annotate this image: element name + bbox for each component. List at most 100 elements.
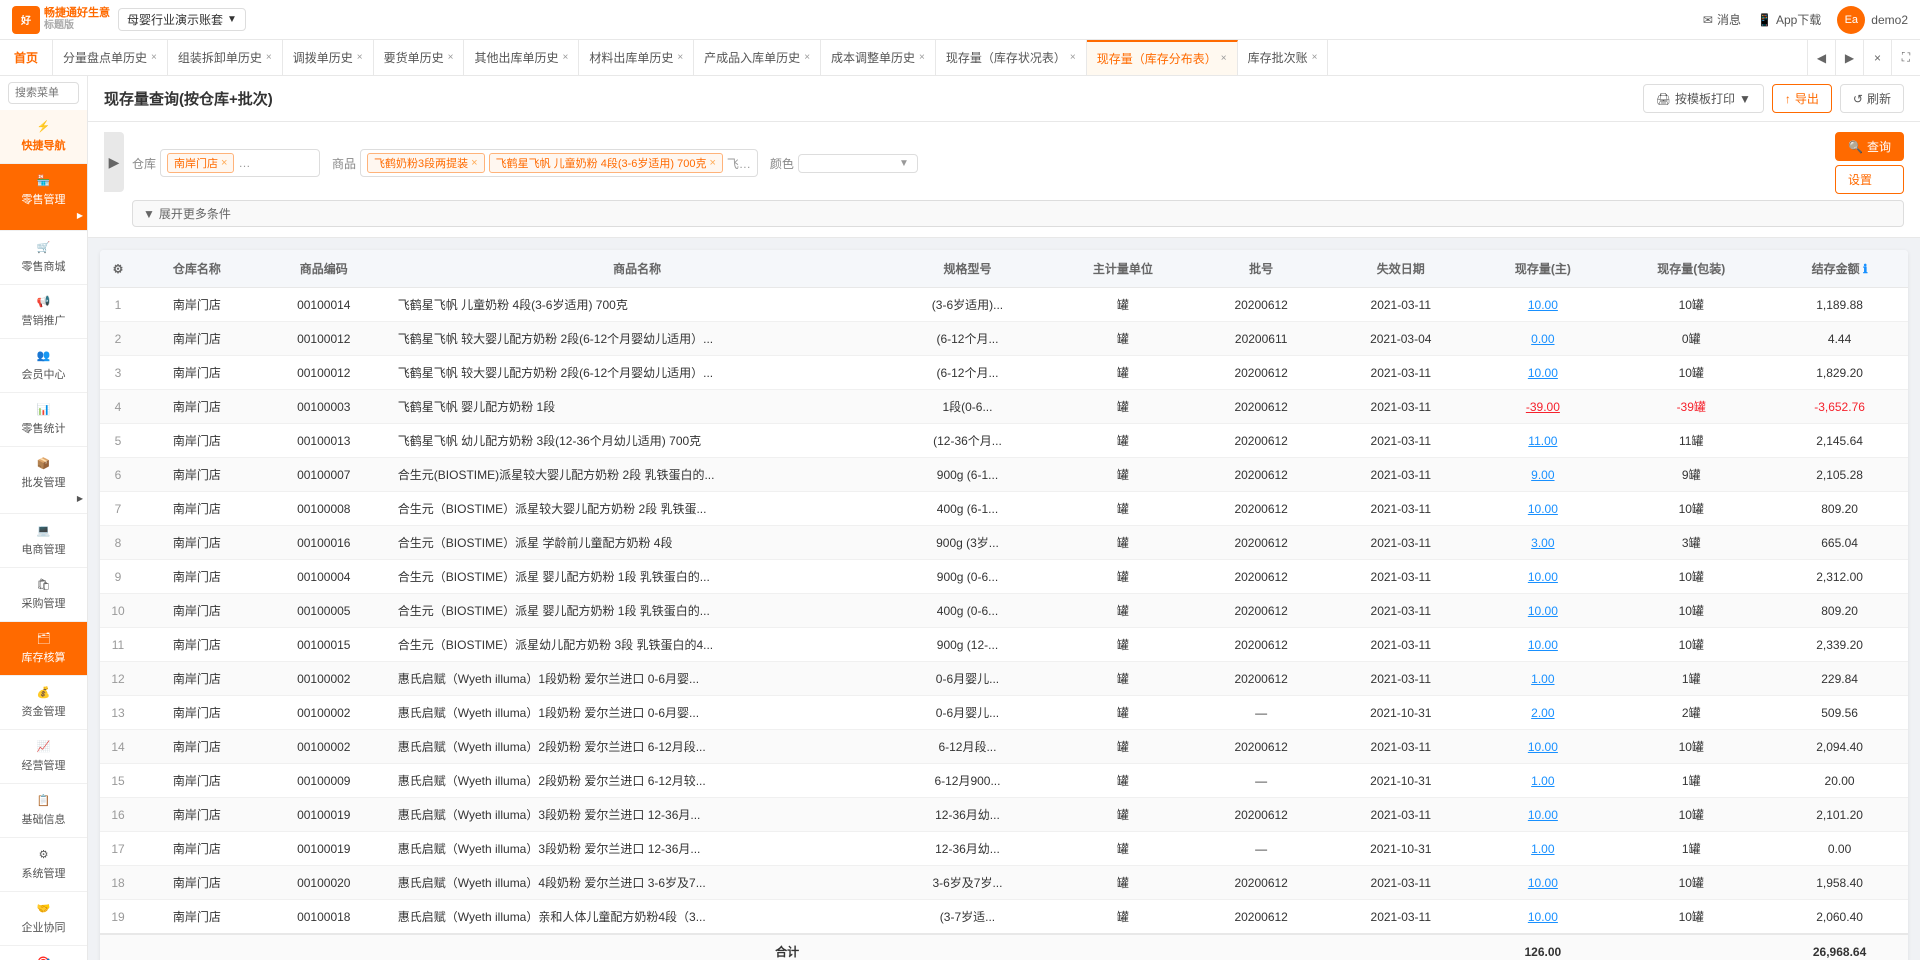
- close-tab-other-out[interactable]: ×: [562, 52, 568, 63]
- message-btn[interactable]: ✉ 消息: [1703, 11, 1741, 28]
- sidebar-item-wholesale-mgmt[interactable]: 📦 批发管理 ▶: [0, 447, 87, 514]
- row-qty-main[interactable]: -39.00: [1474, 390, 1611, 424]
- sidebar-item-sys-mgmt[interactable]: ⚙ 系统管理: [0, 838, 87, 892]
- sidebar-item-basic-info[interactable]: 📋 基础信息: [0, 784, 87, 838]
- close-tab-product-in[interactable]: ×: [804, 52, 810, 63]
- row-qty-main[interactable]: 1.00: [1474, 662, 1611, 696]
- sidebar-item-retail-stats[interactable]: 📊 零售统计: [0, 393, 87, 447]
- nav-next-btn[interactable]: ▶: [1836, 40, 1864, 76]
- sidebar-search-input[interactable]: [8, 82, 79, 104]
- tab-yao-history[interactable]: 要货单历史 ×: [374, 40, 465, 76]
- user-area[interactable]: Ea demo2: [1837, 6, 1908, 34]
- row-batch: 20200612: [1195, 458, 1327, 492]
- row-qty-main[interactable]: 1.00: [1474, 764, 1611, 798]
- sidebar-item-new-guide[interactable]: 🎯 新手引导: [0, 946, 87, 960]
- row-qty-main[interactable]: 0.00: [1474, 322, 1611, 356]
- row-qty-main[interactable]: 10.00: [1474, 798, 1611, 832]
- goods-more-btn[interactable]: 飞…: [727, 155, 751, 172]
- goods-tag-remove-1[interactable]: ×: [709, 157, 715, 169]
- row-qty-main[interactable]: 10.00: [1474, 288, 1611, 322]
- warehouse-tags-box[interactable]: 南岸门店 × …: [160, 149, 320, 177]
- industry-select[interactable]: 母婴行业演示账套 ▼: [118, 8, 246, 31]
- close-tab-yao[interactable]: ×: [448, 52, 454, 63]
- row-qty-main[interactable]: 10.00: [1474, 594, 1611, 628]
- sidebar-item-member-center[interactable]: 👥 会员中心: [0, 339, 87, 393]
- sidebar-item-inventory-check[interactable]: 🗂 库存核算: [0, 622, 87, 676]
- th-settings[interactable]: ⚙: [100, 250, 136, 288]
- tab-inventory-dist[interactable]: 现存量（库存分布表） ×: [1087, 40, 1238, 76]
- tab-zuhe-history[interactable]: 组装拆卸单历史 ×: [168, 40, 283, 76]
- tab-cost-adjust-history[interactable]: 成本调整单历史 ×: [821, 40, 936, 76]
- sidebar-item-retail-mgmt[interactable]: 🏪 零售管理 ▶: [0, 164, 87, 231]
- tab-material-out-history[interactable]: 材料出库单历史 ×: [579, 40, 694, 76]
- row-qty-main[interactable]: 10.00: [1474, 560, 1611, 594]
- close-tab-inv-dist[interactable]: ×: [1221, 53, 1227, 64]
- sidebar-item-enterprise[interactable]: 🤝 企业协同: [0, 892, 87, 946]
- row-code: 00100013: [258, 424, 390, 458]
- row-qty-main[interactable]: 10.00: [1474, 730, 1611, 764]
- goods-tag-remove-0[interactable]: ×: [471, 157, 477, 169]
- tab-product-in-history[interactable]: 产成品入库单历史 ×: [694, 40, 821, 76]
- nav-close-all-btn[interactable]: ×: [1864, 40, 1892, 76]
- row-qty-main[interactable]: 10.00: [1474, 866, 1611, 900]
- sidebar-item-retail-shop[interactable]: 🛒 零售商城: [0, 231, 87, 285]
- row-spec: (6-12个月...: [884, 322, 1050, 356]
- row-qty-main[interactable]: 10.00: [1474, 492, 1611, 526]
- goods-tag-0[interactable]: 飞鹤奶粉3段两提装 ×: [367, 153, 485, 173]
- row-qty-main[interactable]: 2.00: [1474, 696, 1611, 730]
- tab-home[interactable]: 首页: [0, 40, 53, 76]
- close-tab-batch-ledger[interactable]: ×: [1312, 52, 1318, 63]
- goods-tag-1[interactable]: 飞鹤星飞帆 儿童奶粉 4段(3-6岁适用) 700克 ×: [489, 153, 723, 173]
- query-btn[interactable]: 🔍 查询: [1835, 132, 1904, 161]
- warehouse-more-btn[interactable]: …: [238, 156, 250, 170]
- row-num: 4: [100, 390, 136, 424]
- row-qty-main[interactable]: 10.00: [1474, 356, 1611, 390]
- row-amount: 229.84: [1771, 662, 1908, 696]
- row-qty-main[interactable]: 3.00: [1474, 526, 1611, 560]
- tab-fenku-history[interactable]: 分量盘点单历史 ×: [53, 40, 168, 76]
- warehouse-tag-0[interactable]: 南岸门店 ×: [167, 153, 234, 173]
- nav-prev-btn[interactable]: ◀: [1808, 40, 1836, 76]
- row-qty-main[interactable]: 9.00: [1474, 458, 1611, 492]
- color-filter-box[interactable]: ▼: [798, 154, 918, 173]
- row-name: 合生元（BIOSTIME）派星 婴儿配方奶粉 1段 乳铁蛋白的...: [390, 594, 885, 628]
- close-tab-diaob[interactable]: ×: [357, 52, 363, 63]
- row-amount: 1,958.40: [1771, 866, 1908, 900]
- row-qty-main[interactable]: 11.00: [1474, 424, 1611, 458]
- table-row: 6 南岸门店 00100007 合生元(BIOSTIME)派星较大婴儿配方奶粉 …: [100, 458, 1908, 492]
- row-spec: 6-12月900...: [884, 764, 1050, 798]
- sidebar-item-operations[interactable]: 📈 经营管理: [0, 730, 87, 784]
- close-tab-fenku[interactable]: ×: [151, 52, 157, 63]
- row-qty-main[interactable]: 10.00: [1474, 628, 1611, 662]
- sidebar-item-purchase-mgmt[interactable]: 🛍 采购管理: [0, 568, 87, 622]
- row-qty-main[interactable]: 1.00: [1474, 832, 1611, 866]
- row-batch: 20200612: [1195, 492, 1327, 526]
- expand-more-btn[interactable]: ▼ 展开更多条件: [132, 200, 1904, 227]
- goods-tags-box[interactable]: 飞鹤奶粉3段两提装 × 飞鹤星飞帆 儿童奶粉 4段(3-6岁适用) 700克 ×…: [360, 149, 758, 177]
- export-btn[interactable]: ↑ 导出: [1772, 84, 1832, 113]
- close-tab-inv-status[interactable]: ×: [1070, 52, 1076, 63]
- sidebar-item-marketing[interactable]: 📢 营销推广: [0, 285, 87, 339]
- settings-btn[interactable]: 设置: [1835, 165, 1904, 194]
- row-code: 00100015: [258, 628, 390, 662]
- app-download-btn[interactable]: 📱 App下载: [1757, 11, 1821, 28]
- template-print-btn[interactable]: 🖨 按模板打印 ▼: [1643, 84, 1764, 113]
- close-tab-material-out[interactable]: ×: [677, 52, 683, 63]
- tab-other-out-history[interactable]: 其他出库单历史 ×: [464, 40, 579, 76]
- tab-batch-ledger[interactable]: 库存批次账 ×: [1238, 40, 1329, 76]
- sidebar-item-quick-nav[interactable]: ⚡ 快捷导航: [0, 110, 87, 164]
- tab-diaob-history[interactable]: 调拨单历史 ×: [283, 40, 374, 76]
- phone-icon: 📱: [1757, 13, 1772, 27]
- close-tab-zuhe[interactable]: ×: [266, 52, 272, 63]
- warehouse-tag-remove[interactable]: ×: [221, 157, 227, 169]
- sidebar-item-ecommerce[interactable]: 💻 电商管理: [0, 514, 87, 568]
- refresh-btn[interactable]: ↺ 刷新: [1840, 84, 1904, 113]
- filter-expand-arrow-btn[interactable]: ▶: [104, 132, 124, 192]
- row-num: 10: [100, 594, 136, 628]
- filter-expand-row: ▼ 展开更多条件: [132, 200, 1904, 227]
- row-qty-main[interactable]: 10.00: [1474, 900, 1611, 935]
- close-tab-cost-adjust[interactable]: ×: [919, 52, 925, 63]
- nav-maximize-btn[interactable]: ⛶: [1892, 40, 1920, 76]
- tab-inventory-status[interactable]: 现存量（库存状况表） ×: [936, 40, 1087, 76]
- sidebar-item-finance-mgmt[interactable]: 💰 资金管理: [0, 676, 87, 730]
